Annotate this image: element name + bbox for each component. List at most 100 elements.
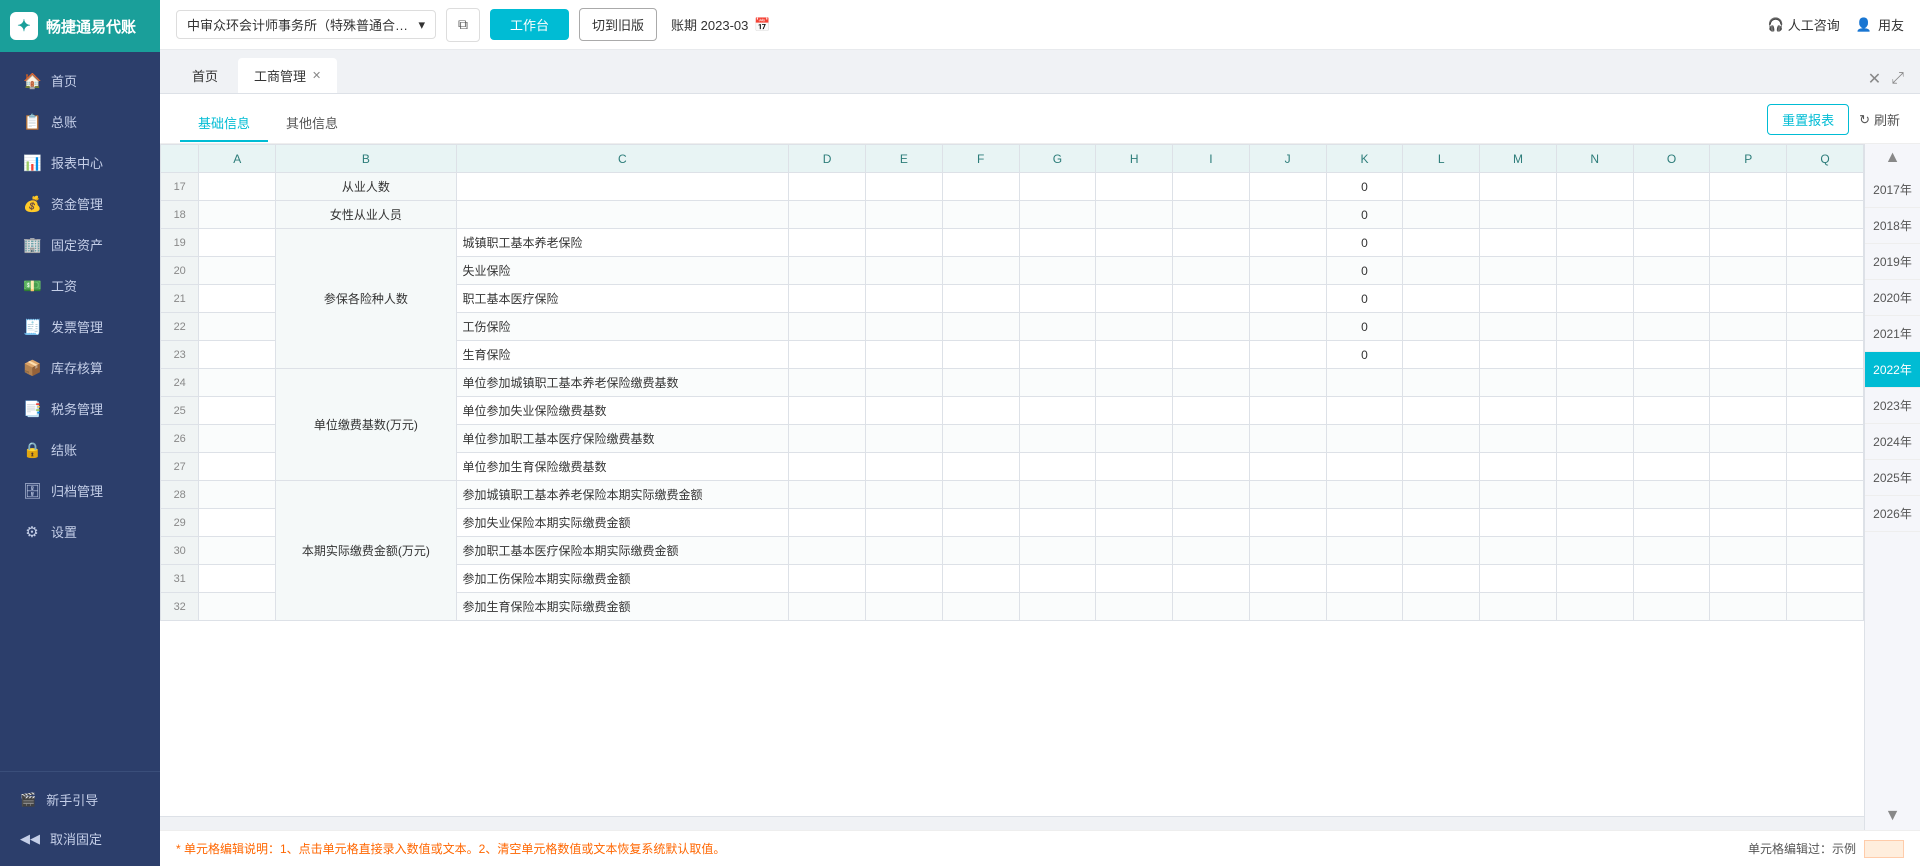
cell-empty-27-6[interactable]	[1249, 453, 1326, 481]
cell-c-26[interactable]: 单位参加职工基本医疗保险缴费基数	[456, 425, 789, 453]
cell-k-31[interactable]	[1326, 565, 1403, 593]
cell-right-32-5[interactable]	[1787, 593, 1864, 621]
cell-right-21-2[interactable]	[1556, 285, 1633, 313]
cell-empty-17-0[interactable]	[789, 173, 866, 201]
cell-empty-23-5[interactable]	[1173, 341, 1250, 369]
cell-a-26[interactable]	[199, 425, 276, 453]
cell-empty-17-5[interactable]	[1173, 173, 1250, 201]
close-panel-button[interactable]: ✕	[1868, 69, 1881, 89]
cell-k-25[interactable]	[1326, 397, 1403, 425]
cell-right-21-0[interactable]	[1403, 285, 1480, 313]
cell-empty-32-6[interactable]	[1249, 593, 1326, 621]
cell-k-21[interactable]: 0	[1326, 285, 1403, 313]
cell-a-21[interactable]	[199, 285, 276, 313]
cell-right-31-1[interactable]	[1480, 565, 1557, 593]
year-item-2025[interactable]: 2025年	[1865, 460, 1920, 496]
cell-a-23[interactable]	[199, 341, 276, 369]
cell-empty-28-3[interactable]	[1019, 481, 1096, 509]
year-item-2021[interactable]: 2021年	[1865, 316, 1920, 352]
cell-a-29[interactable]	[199, 509, 276, 537]
cell-empty-21-5[interactable]	[1173, 285, 1250, 313]
cell-empty-29-0[interactable]	[789, 509, 866, 537]
cell-k-26[interactable]	[1326, 425, 1403, 453]
cell-empty-32-0[interactable]	[789, 593, 866, 621]
cell-right-32-0[interactable]	[1403, 593, 1480, 621]
cell-empty-22-5[interactable]	[1173, 313, 1250, 341]
cell-c-31[interactable]: 参加工伤保险本期实际缴费金额	[456, 565, 789, 593]
cell-empty-20-0[interactable]	[789, 257, 866, 285]
old-version-button[interactable]: 切到旧版	[579, 8, 657, 41]
sidebar-item-wages[interactable]: 💵工资	[0, 265, 160, 306]
cell-empty-32-3[interactable]	[1019, 593, 1096, 621]
cell-empty-30-1[interactable]	[865, 537, 942, 565]
cell-empty-24-6[interactable]	[1249, 369, 1326, 397]
cell-right-31-3[interactable]	[1633, 565, 1710, 593]
cell-empty-21-3[interactable]	[1019, 285, 1096, 313]
cell-c-21[interactable]: 职工基本医疗保险	[456, 285, 789, 313]
year-item-2018[interactable]: 2018年	[1865, 208, 1920, 244]
cell-empty-29-2[interactable]	[942, 509, 1019, 537]
cell-empty-23-1[interactable]	[865, 341, 942, 369]
cell-a-27[interactable]	[199, 453, 276, 481]
cell-a-20[interactable]	[199, 257, 276, 285]
cell-k-19[interactable]: 0	[1326, 229, 1403, 257]
cell-right-24-4[interactable]	[1710, 369, 1787, 397]
cell-a-19[interactable]	[199, 229, 276, 257]
cell-right-25-0[interactable]	[1403, 397, 1480, 425]
cell-empty-26-0[interactable]	[789, 425, 866, 453]
cell-right-19-2[interactable]	[1556, 229, 1633, 257]
cell-right-17-2[interactable]	[1556, 173, 1633, 201]
cell-empty-26-6[interactable]	[1249, 425, 1326, 453]
cell-right-29-4[interactable]	[1710, 509, 1787, 537]
cell-empty-32-4[interactable]	[1096, 593, 1173, 621]
cell-empty-22-3[interactable]	[1019, 313, 1096, 341]
cell-right-32-1[interactable]	[1480, 593, 1557, 621]
cell-right-28-3[interactable]	[1633, 481, 1710, 509]
cell-empty-30-0[interactable]	[789, 537, 866, 565]
cell-empty-18-3[interactable]	[1019, 201, 1096, 229]
cell-right-19-3[interactable]	[1633, 229, 1710, 257]
year-item-2019[interactable]: 2019年	[1865, 244, 1920, 280]
cell-empty-27-2[interactable]	[942, 453, 1019, 481]
cell-empty-20-2[interactable]	[942, 257, 1019, 285]
cell-right-28-2[interactable]	[1556, 481, 1633, 509]
cell-right-17-5[interactable]	[1787, 173, 1864, 201]
cell-empty-20-5[interactable]	[1173, 257, 1250, 285]
cell-right-18-2[interactable]	[1556, 201, 1633, 229]
cell-right-31-0[interactable]	[1403, 565, 1480, 593]
cell-c-22[interactable]: 工伤保险	[456, 313, 789, 341]
cell-empty-32-2[interactable]	[942, 593, 1019, 621]
cell-a-32[interactable]	[199, 593, 276, 621]
cell-empty-27-5[interactable]	[1173, 453, 1250, 481]
cell-c-18[interactable]	[456, 201, 789, 229]
cell-empty-19-0[interactable]	[789, 229, 866, 257]
cell-empty-22-0[interactable]	[789, 313, 866, 341]
cell-empty-23-6[interactable]	[1249, 341, 1326, 369]
cell-b-17[interactable]: 从业人数	[276, 173, 456, 201]
cell-c-25[interactable]: 单位参加失业保险缴费基数	[456, 397, 789, 425]
cell-right-23-2[interactable]	[1556, 341, 1633, 369]
cell-empty-21-1[interactable]	[865, 285, 942, 313]
cell-right-27-0[interactable]	[1403, 453, 1480, 481]
year-prev-button[interactable]: ▲	[1865, 144, 1920, 172]
sidebar-footer-unpin[interactable]: ◀◀取消固定	[0, 819, 160, 858]
cell-right-21-4[interactable]	[1710, 285, 1787, 313]
cell-empty-17-6[interactable]	[1249, 173, 1326, 201]
cell-empty-24-1[interactable]	[865, 369, 942, 397]
cell-right-27-4[interactable]	[1710, 453, 1787, 481]
year-item-2022[interactable]: 2022年	[1865, 352, 1920, 388]
cell-empty-29-3[interactable]	[1019, 509, 1096, 537]
cell-empty-25-4[interactable]	[1096, 397, 1173, 425]
cell-right-21-1[interactable]	[1480, 285, 1557, 313]
cell-empty-18-5[interactable]	[1173, 201, 1250, 229]
reset-report-button[interactable]: 重置报表	[1767, 104, 1849, 135]
cell-right-20-5[interactable]	[1787, 257, 1864, 285]
cell-right-23-0[interactable]	[1403, 341, 1480, 369]
cell-empty-31-3[interactable]	[1019, 565, 1096, 593]
cell-a-30[interactable]	[199, 537, 276, 565]
cell-right-18-0[interactable]	[1403, 201, 1480, 229]
cell-c-27[interactable]: 单位参加生育保险缴费基数	[456, 453, 789, 481]
tab-bizmanage[interactable]: 工商管理✕	[238, 58, 337, 93]
cell-empty-17-2[interactable]	[942, 173, 1019, 201]
cell-right-28-0[interactable]	[1403, 481, 1480, 509]
